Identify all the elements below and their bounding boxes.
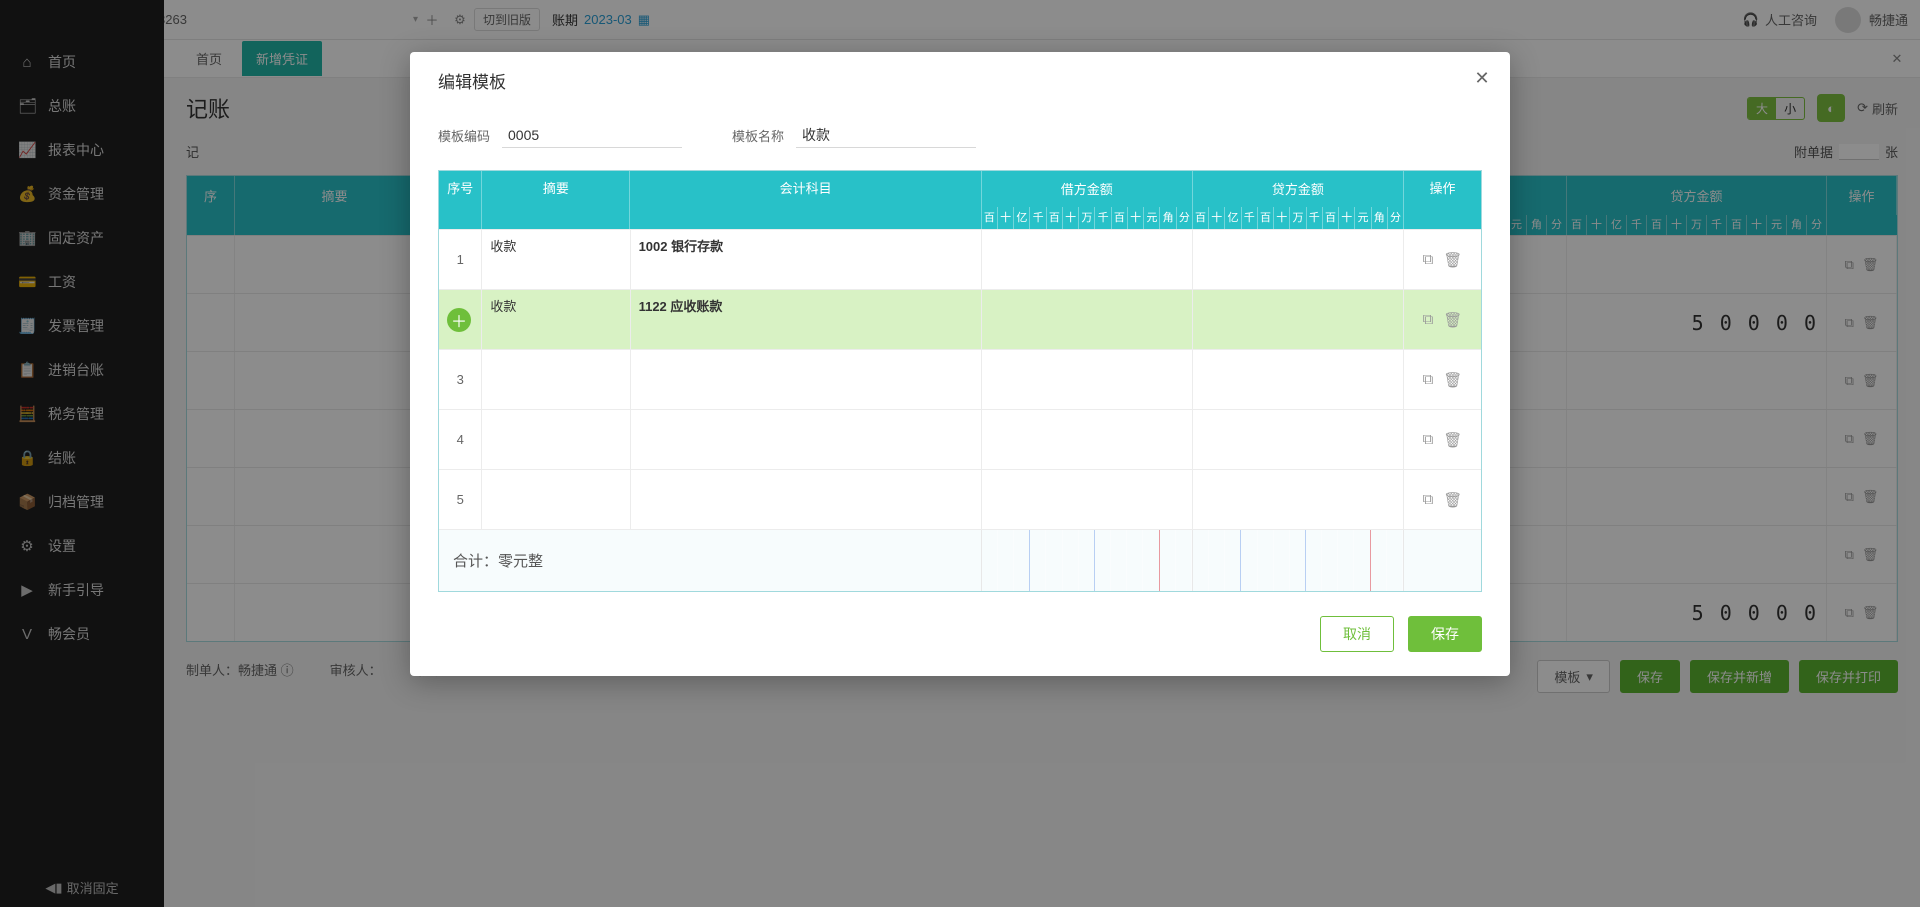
- copy-row-icon[interactable]: ⧉: [1423, 431, 1434, 448]
- account-cell[interactable]: 1002 银行存款: [631, 230, 982, 289]
- template-code-label: 模板编码: [438, 126, 490, 145]
- total-label: 合计：零元整: [439, 530, 982, 591]
- debit-cell[interactable]: [982, 290, 1193, 349]
- copy-row-icon[interactable]: ⧉: [1423, 491, 1434, 508]
- copy-row-icon[interactable]: ⧉: [1423, 371, 1434, 388]
- delete-row-icon[interactable]: 🗑: [1443, 311, 1462, 329]
- debit-cell[interactable]: [982, 230, 1193, 289]
- modal-title: 编辑模板: [438, 73, 506, 92]
- template-row[interactable]: 3 ⧉ 🗑: [439, 349, 1481, 409]
- credit-cell[interactable]: [1193, 410, 1404, 469]
- modal-save-button[interactable]: 保存: [1408, 616, 1482, 652]
- summary-cell[interactable]: [482, 470, 630, 529]
- credit-cell[interactable]: [1193, 350, 1404, 409]
- template-row[interactable]: 5 ⧉ 🗑: [439, 469, 1481, 529]
- account-cell[interactable]: [631, 410, 982, 469]
- debit-cell[interactable]: [982, 470, 1193, 529]
- debit-cell[interactable]: [982, 410, 1193, 469]
- modal-close-button[interactable]: ✕: [1468, 64, 1496, 92]
- delete-row-icon[interactable]: 🗑: [1443, 251, 1462, 269]
- account-cell[interactable]: [631, 350, 982, 409]
- delete-row-icon[interactable]: 🗑: [1443, 431, 1462, 449]
- summary-cell[interactable]: 收款: [482, 290, 630, 349]
- add-row-button[interactable]: ＋: [447, 308, 471, 332]
- account-cell[interactable]: [631, 470, 982, 529]
- edit-template-modal: 编辑模板 ✕ 模板编码 模板名称 序号 摘要 会计科目 借方金额 贷方金额 操作: [410, 52, 1510, 676]
- summary-cell[interactable]: [482, 350, 630, 409]
- delete-row-icon[interactable]: 🗑: [1443, 371, 1462, 389]
- template-row[interactable]: 4 ⧉ 🗑: [439, 409, 1481, 469]
- template-name-input[interactable]: [796, 123, 976, 148]
- account-cell[interactable]: 1122 应收账款: [631, 290, 982, 349]
- template-name-label: 模板名称: [732, 126, 784, 145]
- modal-cancel-button[interactable]: 取消: [1320, 616, 1394, 652]
- credit-cell[interactable]: [1193, 470, 1404, 529]
- debit-cell[interactable]: [982, 350, 1193, 409]
- template-row[interactable]: 1 收款 1002 银行存款 ⧉ 🗑: [439, 229, 1481, 289]
- delete-row-icon[interactable]: 🗑: [1443, 491, 1462, 509]
- copy-row-icon[interactable]: ⧉: [1423, 251, 1434, 268]
- copy-row-icon[interactable]: ⧉: [1423, 311, 1434, 328]
- template-row[interactable]: ＋ 收款 1122 应收账款 ⧉ 🗑: [439, 289, 1481, 349]
- template-code-input[interactable]: [502, 123, 682, 148]
- summary-cell[interactable]: [482, 410, 630, 469]
- credit-cell[interactable]: [1193, 290, 1404, 349]
- template-table: 序号 摘要 会计科目 借方金额 贷方金额 操作 百十亿千百十万千百十元角分百十亿…: [438, 170, 1482, 592]
- credit-cell[interactable]: [1193, 230, 1404, 289]
- summary-cell[interactable]: 收款: [482, 230, 630, 289]
